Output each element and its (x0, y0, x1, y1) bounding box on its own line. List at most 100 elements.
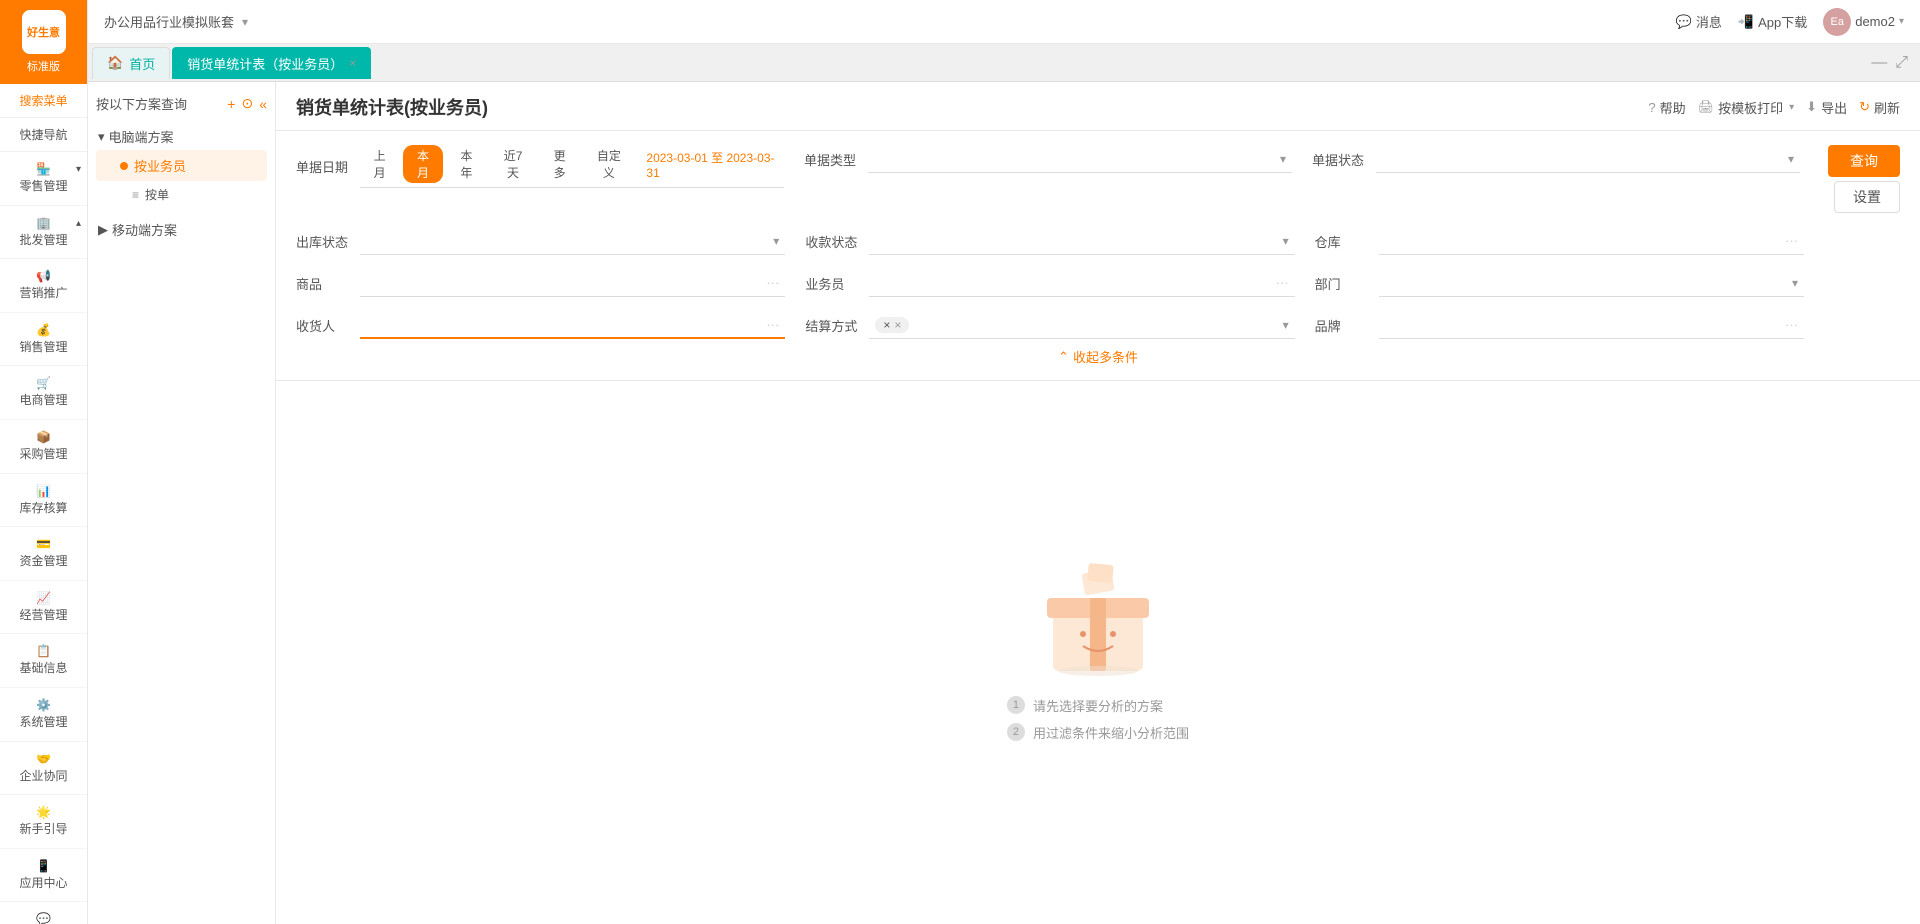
salesperson-dots[interactable]: ··· (1276, 275, 1289, 290)
goods-label: 商品 (296, 274, 352, 293)
home-icon: 🏠 (107, 55, 123, 71)
export-btn[interactable]: ⬇ 导出 (1806, 98, 1847, 117)
tab-active-label: 销货单统计表（按业务员） (187, 54, 343, 73)
collapse-filter-btn[interactable]: ⌃ 收起多条件 (296, 347, 1900, 366)
warehouse-select[interactable]: ··· (1379, 227, 1804, 255)
hint-text-2: 用过滤条件来缩小分析范围 (1033, 723, 1189, 742)
inventory-icon: 📊 (36, 484, 51, 498)
tab-home-label: 首页 (129, 54, 155, 73)
doc-status-select[interactable]: ▾ (1376, 145, 1800, 173)
header-right: 💬 消息 📲 App下载 Ea demo2 ▾ (1676, 8, 1904, 36)
page-header: 销货单统计表(按业务员) ? 帮助 🖨 按模板打印 ▾ ⬇ 导出 (276, 82, 1920, 131)
message-btn[interactable]: 💬 消息 (1676, 12, 1722, 31)
doc-type-select[interactable]: ▾ (868, 145, 1292, 173)
settle-method-select[interactable]: × × ▾ (869, 311, 1294, 339)
brand-dots[interactable]: ··· (1785, 317, 1798, 332)
empty-svg (1033, 556, 1163, 676)
out-status-dropdown[interactable]: ▾ (366, 234, 779, 248)
settle-tag-remove[interactable]: × (894, 318, 901, 332)
out-status-arrow-icon: ▾ (773, 234, 779, 248)
date-btn-this-year[interactable]: 本年 (447, 145, 486, 183)
download-icon: 📲 (1738, 14, 1754, 30)
sidebar-item-system[interactable]: ⚙️ 系统管理 (0, 688, 87, 742)
warehouse-dots[interactable]: ··· (1785, 233, 1798, 248)
settle-tag: × × (875, 317, 909, 333)
tab-close-icon[interactable]: × (349, 56, 356, 70)
sidebar-item-marketing[interactable]: 📢 营销推广 (0, 259, 87, 313)
scheme-subitem-label: 按单 (145, 186, 169, 203)
dept-select[interactable]: ▾ (1379, 269, 1804, 297)
sidebar-item-label: 库存核算 (19, 501, 67, 517)
receipt-status-select[interactable]: ▾ (869, 227, 1294, 255)
sidebar-item-app-center[interactable]: 📱 应用中心 (0, 849, 87, 903)
sidebar-item-sales[interactable]: 💰 销售管理 (0, 313, 87, 367)
left-panel-title: 按以下方案查询 + ⊙ « (96, 94, 267, 113)
tab-sales-stat[interactable]: 销货单统计表（按业务员） × (172, 47, 371, 79)
sidebar-item-enterprise[interactable]: 🤝 企业协同 (0, 742, 87, 796)
sidebar-item-wechat[interactable]: 💬 企业微信 (0, 902, 87, 924)
sidebar-item-operations[interactable]: 📈 经营管理 (0, 581, 87, 635)
refresh-btn[interactable]: ↻ 刷新 (1859, 98, 1900, 117)
sidebar-item-basic-info[interactable]: 📋 基础信息 (0, 634, 87, 688)
group-label: 电脑端方案 (109, 127, 174, 146)
date-btn-custom[interactable]: 自定义 (583, 145, 634, 183)
receipt-status-dropdown[interactable]: ▾ (875, 234, 1288, 248)
dropdown-icon[interactable]: ▾ (242, 15, 248, 29)
sidebar-item-finance[interactable]: 💳 资金管理 (0, 527, 87, 581)
date-btn-more[interactable]: 更多 (540, 145, 579, 183)
query-button[interactable]: 查询 (1828, 145, 1900, 177)
out-status-select[interactable]: ▾ (360, 227, 785, 255)
date-btn-this-month[interactable]: 本月 (403, 145, 442, 183)
sidebar-item-ecommerce[interactable]: 🛒 电商管理 (0, 366, 87, 420)
refresh-icon: ↻ (1859, 99, 1870, 115)
sidebar-item-wholesale[interactable]: 🏢 批发管理 ▴ (0, 206, 87, 260)
sidebar-item-guide[interactable]: 🌟 新手引导 (0, 795, 87, 849)
doc-type-dropdown[interactable]: ▾ (874, 152, 1286, 166)
receiver-input[interactable]: ··· (360, 311, 785, 339)
edit-scheme-btn[interactable]: ⊙ (241, 95, 253, 112)
minimize-icon[interactable]: — (1871, 54, 1887, 72)
app-center-icon: 📱 (36, 859, 51, 873)
sidebar-item-label: 新手引导 (19, 822, 67, 838)
dept-label: 部门 (1315, 274, 1371, 293)
sidebar-quick-nav[interactable]: 快捷导航 (0, 118, 87, 152)
scheme-group-mobile-title[interactable]: ▶ 移动端方案 (96, 216, 267, 243)
sidebar-item-purchase[interactable]: 📦 采购管理 (0, 420, 87, 474)
template-print-btn[interactable]: 🖨 按模板打印 ▾ (1698, 98, 1795, 117)
date-btn-7days[interactable]: 近7天 (490, 145, 536, 183)
receiver-dots[interactable]: ··· (766, 317, 779, 332)
warehouse-label: 仓库 (1315, 232, 1371, 251)
maximize-icon[interactable]: ⤢ (1895, 54, 1908, 72)
salesperson-select[interactable]: ··· (869, 269, 1294, 297)
doc-status-dropdown[interactable]: ▾ (1382, 152, 1794, 166)
app-download-btn[interactable]: 📲 App下载 (1738, 12, 1807, 31)
dept-dropdown[interactable]: ▾ (1385, 276, 1798, 290)
operations-icon: 📈 (36, 591, 51, 605)
sidebar-item-inventory[interactable]: 📊 库存核算 (0, 474, 87, 528)
goods-dots[interactable]: ··· (766, 275, 779, 290)
sidebar-item-label: 批发管理 (19, 233, 67, 249)
sidebar-item-label: 基础信息 (19, 661, 67, 677)
account-selector[interactable]: 办公用品行业模拟账套 (104, 12, 234, 31)
help-label: 帮助 (1660, 98, 1686, 117)
scheme-item-order[interactable]: ≡ 按单 (96, 181, 267, 208)
settings-button[interactable]: 设置 (1834, 181, 1900, 213)
tab-home[interactable]: 🏠 首页 (92, 47, 170, 79)
brand-select[interactable]: ··· (1379, 311, 1804, 339)
collapse-panel-btn[interactable]: « (259, 96, 267, 112)
date-btn-last-month[interactable]: 上月 (360, 145, 399, 183)
sidebar-item-retail[interactable]: 🏪 零售管理 ▾ (0, 152, 87, 206)
sidebar-menu: 🏪 零售管理 ▾ 🏢 批发管理 ▴ 📢 营销推广 💰 销售管理 🛒 电商管理 📦… (0, 152, 87, 924)
add-scheme-btn[interactable]: + (227, 96, 235, 112)
hint-text-1: 请先选择要分析的方案 (1033, 696, 1163, 715)
export-icon: ⬇ (1806, 99, 1817, 115)
help-btn[interactable]: ? 帮助 (1648, 98, 1685, 117)
sidebar-search[interactable]: 搜索菜单 (0, 84, 87, 118)
goods-select[interactable]: ··· (360, 269, 785, 297)
group-arrow-icon: ▾ (98, 129, 105, 145)
scheme-group-desktop-title[interactable]: ▾ 电脑端方案 (96, 123, 267, 150)
dropdown-arrow-icon: ▾ (1280, 152, 1286, 166)
user-profile[interactable]: Ea demo2 ▾ (1823, 8, 1904, 36)
scheme-group-desktop: ▾ 电脑端方案 按业务员 ≡ 按单 (96, 123, 267, 208)
scheme-item-salesperson[interactable]: 按业务员 (96, 150, 267, 181)
